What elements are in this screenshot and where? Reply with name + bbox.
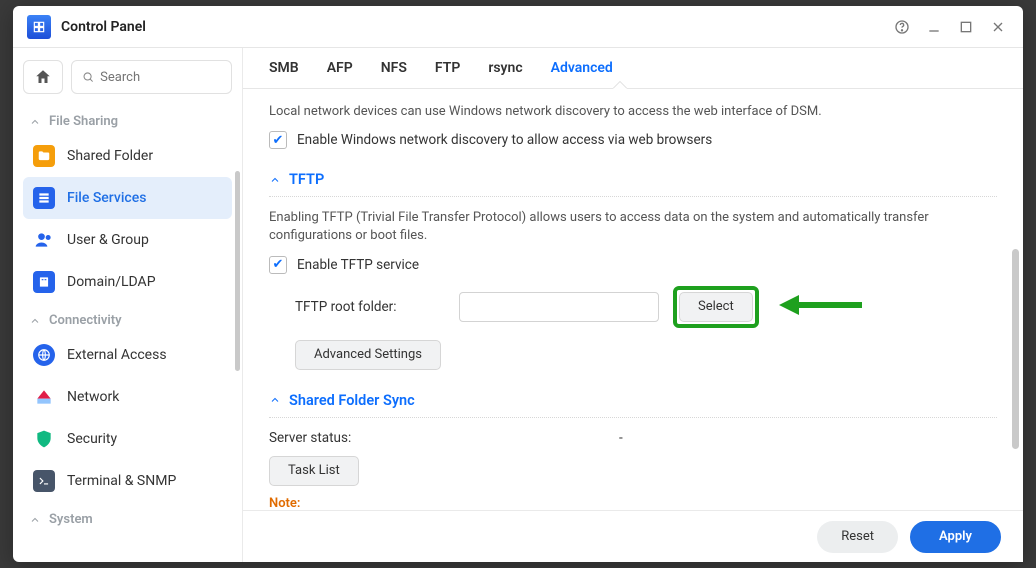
network-icon (33, 386, 55, 408)
discovery-check-label: Enable Windows network discovery to allo… (297, 132, 712, 148)
minimize-button[interactable] (923, 16, 945, 38)
tab-advanced[interactable]: Advanced (551, 60, 613, 88)
search-box[interactable] (71, 60, 232, 94)
home-button[interactable] (23, 60, 63, 94)
section-system[interactable]: System (23, 502, 232, 533)
tab-ftp[interactable]: FTP (435, 60, 460, 88)
tftp-enable-label: Enable TFTP service (297, 257, 419, 273)
select-button-highlight: Select (673, 286, 759, 328)
help-button[interactable] (891, 16, 913, 38)
sidebar-item-terminal-snmp[interactable]: Terminal & SNMP (23, 460, 232, 502)
services-icon (33, 187, 55, 209)
reset-button[interactable]: Reset (817, 521, 898, 553)
section-file-sharing[interactable]: File Sharing (23, 104, 232, 135)
annotation-arrow (777, 289, 867, 325)
tab-nfs[interactable]: NFS (381, 60, 407, 88)
advanced-pane: Local network devices can use Windows ne… (243, 89, 1023, 510)
globe-icon (33, 344, 55, 366)
tab-smb[interactable]: SMB (269, 60, 299, 88)
discovery-description: Local network devices can use Windows ne… (269, 103, 997, 121)
close-button[interactable] (987, 16, 1009, 38)
domain-icon (33, 271, 55, 293)
sidebar-item-domain-ldap[interactable]: Domain/LDAP (23, 261, 232, 303)
task-list-button[interactable]: Task List (269, 456, 359, 486)
tftp-section-header[interactable]: TFTP (269, 161, 997, 197)
folder-icon (33, 145, 55, 167)
sidebar-scrollbar[interactable] (235, 171, 240, 371)
shield-icon (33, 428, 55, 450)
advanced-settings-button[interactable]: Advanced Settings (295, 340, 441, 370)
tabs: SMB AFP NFS FTP rsync Advanced (243, 48, 1023, 89)
app-icon (27, 15, 51, 39)
titlebar: Control Panel (13, 6, 1023, 48)
content-scrollbar[interactable] (1012, 249, 1019, 449)
tftp-description: Enabling TFTP (Trivial File Transfer Pro… (269, 209, 997, 245)
discovery-checkbox[interactable] (269, 131, 287, 149)
tftp-enable-checkbox[interactable] (269, 256, 287, 274)
footer: Reset Apply (243, 510, 1023, 562)
sidebar-item-shared-folder[interactable]: Shared Folder (23, 135, 232, 177)
sidebar-item-network[interactable]: Network (23, 376, 232, 418)
window-title: Control Panel (61, 19, 146, 35)
main-content: SMB AFP NFS FTP rsync Advanced Local net… (243, 48, 1023, 562)
control-panel-window: Control Panel File Sharing (13, 6, 1023, 562)
user-icon (33, 229, 55, 251)
sidebar-item-user-group[interactable]: User & Group (23, 219, 232, 261)
tab-rsync[interactable]: rsync (488, 60, 522, 88)
server-status-label: Server status: (269, 430, 579, 446)
server-status-value: - (619, 430, 623, 446)
maximize-button[interactable] (955, 16, 977, 38)
sidebar-item-external-access[interactable]: External Access (23, 334, 232, 376)
note-line: Note: (269, 496, 997, 510)
tab-afp[interactable]: AFP (327, 60, 353, 88)
tftp-root-input[interactable] (459, 292, 659, 322)
terminal-icon (33, 470, 55, 492)
search-input[interactable] (100, 70, 221, 85)
sidebar-item-security[interactable]: Security (23, 418, 232, 460)
sidebar: File Sharing Shared Folder File Services… (13, 48, 243, 562)
section-connectivity[interactable]: Connectivity (23, 303, 232, 334)
sidebar-item-file-services[interactable]: File Services (23, 177, 232, 219)
tftp-root-label: TFTP root folder: (295, 299, 445, 315)
shared-sync-section-header[interactable]: Shared Folder Sync (269, 382, 997, 418)
select-button[interactable]: Select (679, 292, 753, 322)
apply-button[interactable]: Apply (910, 521, 1001, 553)
